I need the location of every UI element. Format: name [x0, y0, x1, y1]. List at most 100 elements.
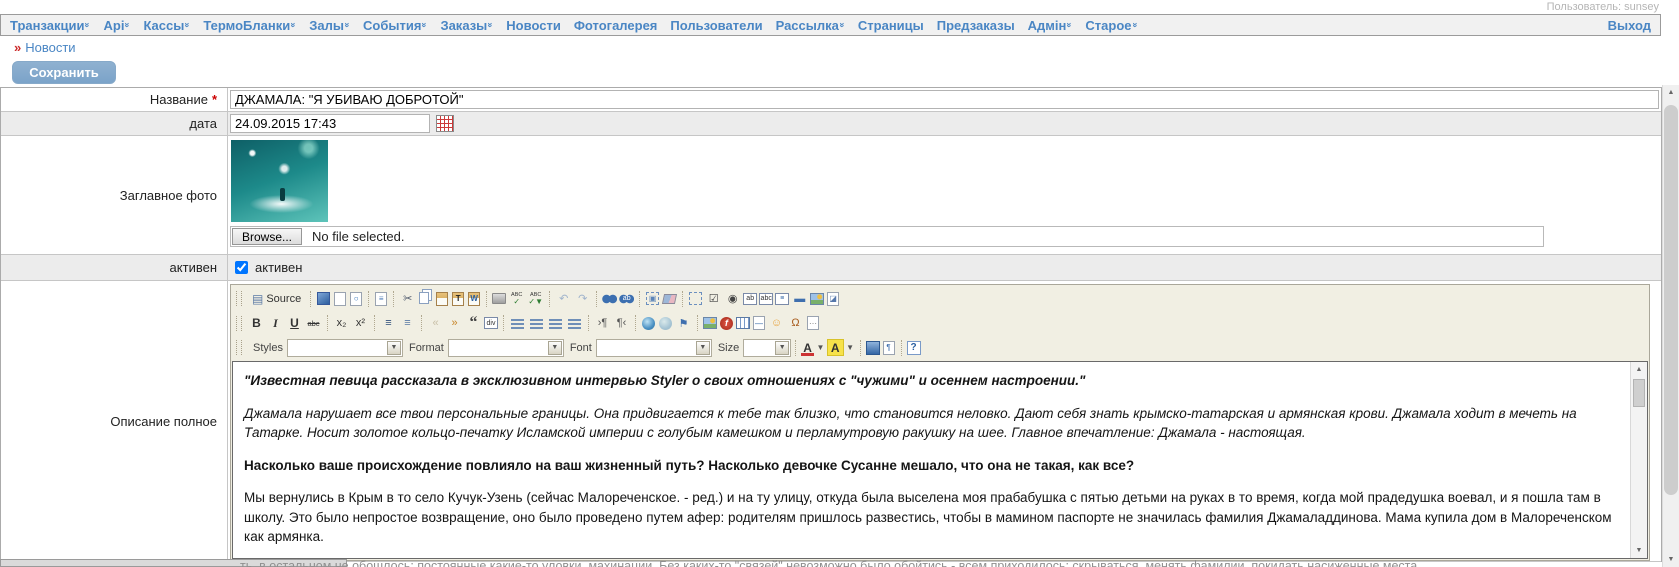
justify-button[interactable]	[566, 315, 583, 332]
active-checkbox[interactable]	[235, 261, 248, 274]
title-input[interactable]	[230, 90, 1659, 109]
scroll-down-icon[interactable]: ▼	[1631, 543, 1647, 558]
background-color-arrow-button[interactable]: ▼	[846, 339, 855, 356]
nav-item-admin[interactable]: Адмін»	[1028, 18, 1075, 33]
undo-button[interactable]: ↶	[555, 290, 572, 307]
new-page-button[interactable]	[334, 291, 347, 306]
editor-paragraph[interactable]: Насколько ваше происхождение повлияло на…	[244, 456, 1614, 476]
paste-plain-text-button[interactable]: T	[452, 291, 465, 306]
size-dropdown[interactable]: ▼	[743, 338, 792, 357]
editor-body[interactable]: "Известная певица рассказала в эксклюзив…	[233, 362, 1630, 558]
textarea-button[interactable]: abc	[759, 292, 774, 305]
align-center-button[interactable]	[528, 315, 545, 332]
table-button[interactable]	[736, 317, 750, 329]
maximize-button[interactable]	[865, 340, 880, 355]
redo-button[interactable]: ↷	[574, 290, 591, 307]
strikethrough-button[interactable]: abc	[305, 315, 322, 332]
paste-from-word-button[interactable]: W	[468, 291, 481, 306]
anchor-button[interactable]: ⚑	[675, 315, 692, 332]
page-scroll-up-icon[interactable]: ▲	[1663, 85, 1679, 100]
text-field-button[interactable]: ab	[743, 292, 758, 305]
logout-link[interactable]: Выход	[1608, 18, 1651, 33]
nav-item-staroe[interactable]: Старое»	[1085, 18, 1140, 33]
increase-indent-button[interactable]: »	[446, 315, 463, 332]
nav-item-rassylka[interactable]: Рассылка»	[776, 18, 848, 33]
scayt-button[interactable]: ✓▼	[527, 290, 544, 307]
dropdown-arrow-icon[interactable]: ▼	[547, 340, 562, 355]
nav-item-kassy[interactable]: Кассы»	[143, 18, 192, 33]
flash-button[interactable]: f	[720, 316, 733, 330]
breadcrumb-link-news[interactable]: Новости	[25, 40, 75, 55]
editor-paragraph[interactable]: Мы вернулись в Крым в то село Кучук-Узен…	[244, 488, 1614, 547]
bold-button[interactable]: B	[248, 315, 265, 332]
nav-item-sobytiya[interactable]: События»	[363, 18, 430, 33]
page-scroll-thumb[interactable]	[1664, 105, 1678, 495]
underline-button[interactable]: U	[286, 315, 303, 332]
save-button[interactable]	[317, 292, 331, 305]
nav-item-zakazy[interactable]: Заказы»	[440, 18, 495, 33]
save-button[interactable]: Сохранить	[12, 61, 116, 84]
horizontal-rule-button[interactable]: —	[753, 316, 765, 330]
nav-item-tranzaktsii[interactable]: Транзакции»	[10, 18, 93, 33]
nav-item-fotogalereya[interactable]: Фотогалерея	[574, 18, 658, 33]
blockquote-button[interactable]: “	[465, 314, 482, 332]
calendar-icon[interactable]	[436, 115, 454, 132]
button-button[interactable]: ▬	[791, 290, 808, 307]
dropdown-arrow-icon[interactable]: ▼	[775, 340, 790, 355]
editor-paragraph[interactable]: Джамала нарушает все твои персональные г…	[244, 404, 1614, 443]
radio-button-button[interactable]: ◉	[724, 290, 741, 307]
checkbox-button[interactable]: ☑	[705, 290, 722, 307]
text-direction-rtl-button[interactable]: ¶‹	[613, 315, 630, 332]
about-button[interactable]: ?	[906, 340, 921, 355]
page-scrollbar[interactable]: ▲ ▼	[1662, 85, 1679, 567]
page-break-button[interactable]: ⋯	[807, 316, 819, 330]
browse-button[interactable]: Browse...	[232, 228, 303, 245]
align-right-button[interactable]	[547, 315, 564, 332]
editor-paragraph[interactable]: "Известная певица рассказала в эксклюзив…	[244, 371, 1614, 391]
text-color-arrow-button[interactable]: ▼	[816, 339, 825, 356]
nav-item-predzakazy[interactable]: Предзаказы	[937, 18, 1015, 33]
templates-button[interactable]: ≡	[375, 291, 388, 306]
selection-field-button[interactable]: ≡	[775, 292, 790, 305]
cut-button[interactable]: ✂	[399, 290, 416, 307]
show-blocks-button[interactable]: ¶	[882, 340, 895, 355]
scroll-up-icon[interactable]: ▲	[1631, 362, 1647, 377]
font-dropdown[interactable]: ▼	[595, 338, 712, 357]
smiley-button[interactable]: ☺	[768, 315, 785, 332]
form-button[interactable]	[689, 292, 703, 305]
decrease-indent-button[interactable]: «	[427, 315, 444, 332]
background-color-button[interactable]: A	[826, 339, 844, 356]
div-container-button[interactable]: div	[484, 317, 498, 329]
date-input[interactable]	[230, 114, 430, 133]
find-button[interactable]	[602, 293, 618, 304]
italic-button[interactable]: I	[267, 315, 284, 332]
replace-button[interactable]: ab	[619, 293, 635, 304]
special-character-button[interactable]: Ω	[787, 315, 804, 332]
unlink-button[interactable]	[659, 316, 672, 330]
spell-check-button[interactable]: ✓	[508, 290, 525, 307]
source-button[interactable]: Source	[248, 290, 305, 307]
page-scroll-down-icon[interactable]: ▼	[1663, 552, 1679, 567]
align-left-button[interactable]	[509, 315, 526, 332]
select-all-button[interactable]: ▣	[646, 292, 660, 305]
format-dropdown[interactable]: ▼	[447, 338, 564, 357]
text-color-button[interactable]: A	[801, 339, 814, 356]
text-direction-ltr-button[interactable]: ›¶	[594, 315, 611, 332]
dropdown-arrow-icon[interactable]: ▼	[695, 340, 710, 355]
bulleted-list-button[interactable]: ≡	[399, 315, 416, 332]
paste-button[interactable]	[436, 291, 449, 306]
image-button-button[interactable]	[810, 292, 825, 305]
superscript-button[interactable]: x²	[352, 315, 369, 332]
dropdown-arrow-icon[interactable]: ▼	[386, 340, 401, 355]
nav-item-termoblanki[interactable]: ТермоБланки»	[203, 18, 298, 33]
nav-item-api[interactable]: Арі»	[104, 18, 133, 33]
nav-item-polzovateli[interactable]: Пользователи	[670, 18, 762, 33]
nav-item-novosti[interactable]: Новости	[506, 18, 561, 33]
editor-scrollbar[interactable]: ▲ ▼	[1630, 362, 1647, 558]
subscript-button[interactable]: x₂	[333, 315, 350, 332]
styles-dropdown[interactable]: ▼	[286, 338, 403, 357]
nav-item-stranitsy[interactable]: Страницы	[858, 18, 924, 33]
numbered-list-button[interactable]: ≡	[380, 315, 397, 332]
link-button[interactable]	[642, 316, 655, 330]
image-button[interactable]	[703, 317, 717, 329]
